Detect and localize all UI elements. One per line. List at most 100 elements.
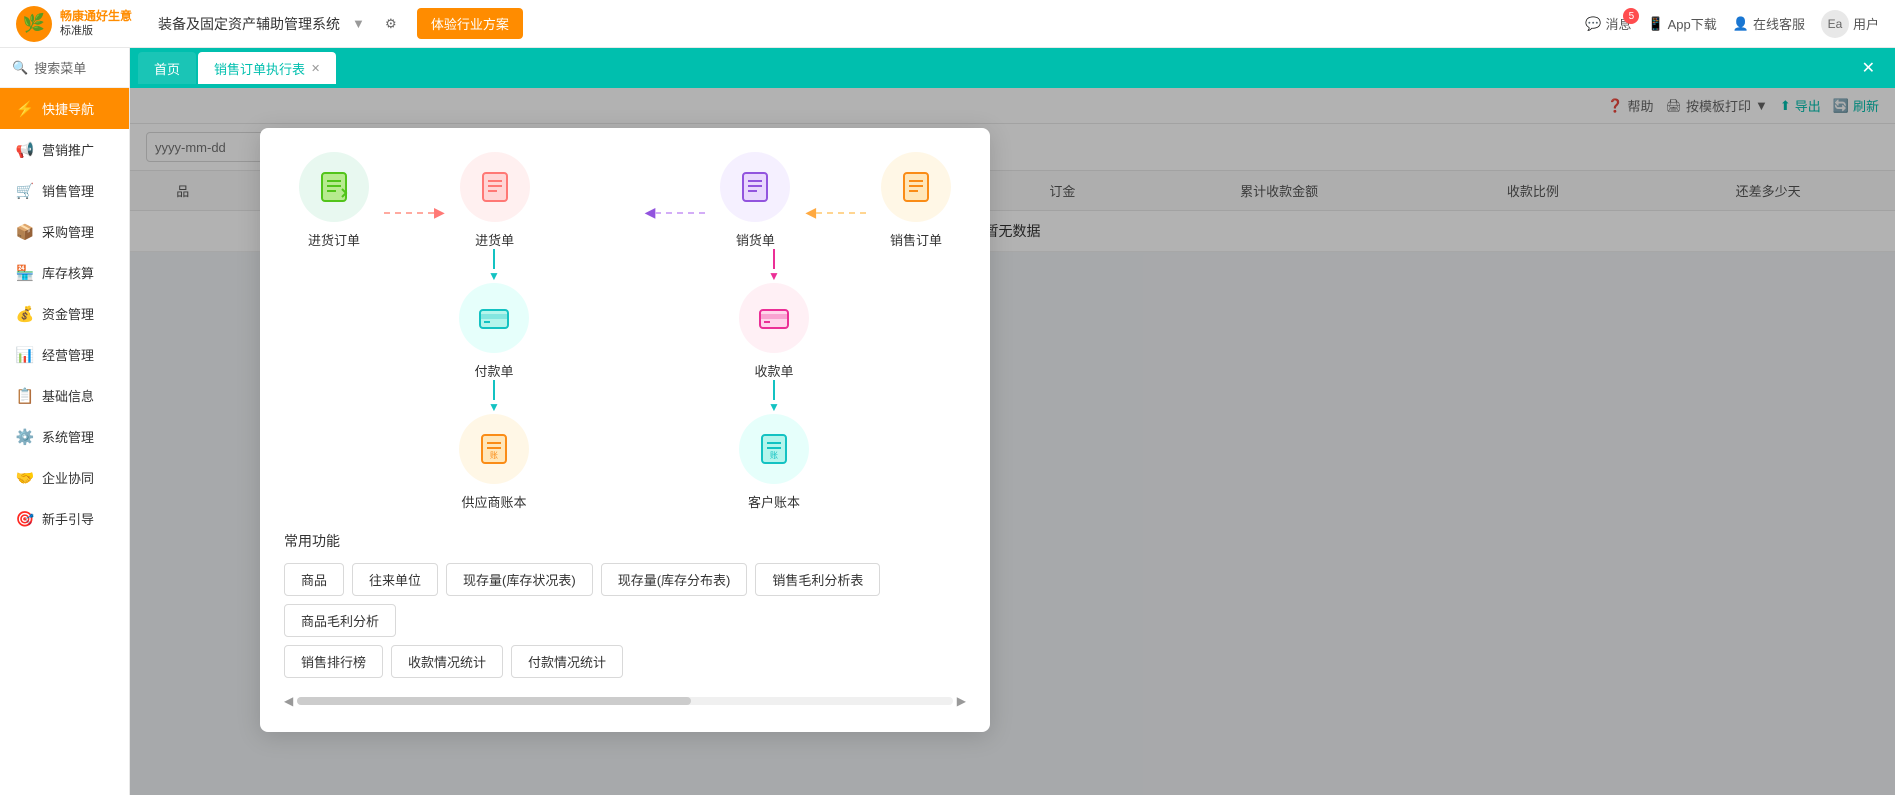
main-area: 🔍 搜索菜单 ⚡ 快捷导航 📢 营销推广 🛒 销售管理 📦 采购管理 🏪 (0, 48, 1895, 795)
top-bar: 🌿 畅康通好生意 标准版 装备及固定资产辅助管理系统 ▼ ⚙ 体验行业方案 💬 … (0, 0, 1895, 48)
search-menu-label: 搜索菜单 (34, 58, 86, 77)
arrow-left-1: ◀ (645, 204, 706, 249)
marketing-icon: 📢 (16, 141, 34, 159)
content-area: 首页 销售订单执行表 ✕ ✕ ❓ 帮助 🖨 按 (130, 48, 1895, 795)
purchase-order-label: 进货订单 (308, 230, 360, 249)
func-btn-stock-status[interactable]: 现存量(库存状况表) (446, 563, 593, 596)
search-icon: 🔍 (12, 60, 28, 76)
tab-bar: 首页 销售订单执行表 ✕ ✕ (130, 48, 1895, 88)
system-title: 装备及固定资产辅助管理系统 (158, 14, 340, 34)
brand-sub: 标准版 (60, 24, 132, 38)
sidebar-item-enterprise[interactable]: 🤝 企业协同 (0, 457, 129, 498)
system-icon: ⚙️ (16, 428, 34, 446)
svg-text:账: 账 (770, 451, 778, 460)
sidebar-item-quick-nav[interactable]: ⚡ 快捷导航 (0, 88, 129, 129)
func-btn-stock-dist[interactable]: 现存量(库存分布表) (601, 563, 748, 596)
sidebar-item-sales[interactable]: 🛒 销售管理 (0, 170, 129, 211)
arrow-down-3: ▼ (424, 380, 564, 414)
supplier-ledger-label: 供应商账本 (461, 492, 526, 511)
common-functions-title: 常用功能 (284, 531, 966, 551)
flow-sales-order[interactable]: 销售订单 (866, 152, 966, 249)
scroll-right-icon[interactable]: ▶ (957, 694, 966, 708)
flow-supplier-ledger[interactable]: 账 供应商账本 (424, 414, 564, 511)
sidebar-item-inventory[interactable]: 🏪 库存核算 (0, 252, 129, 293)
arrow-right-1: ▶ (384, 204, 445, 249)
sidebar-item-label: 系统管理 (42, 427, 94, 446)
scroll-left-icon[interactable]: ◀ (284, 694, 293, 708)
online-service-label: 在线客服 (1753, 14, 1805, 33)
func-btn-receipt-stats[interactable]: 收款情况统计 (391, 645, 503, 678)
arrow-down-4: ▼ (704, 380, 844, 414)
func-btn-sales-rank[interactable]: 销售排行榜 (284, 645, 383, 678)
app-download-button[interactable]: 📱 App下载 (1647, 14, 1716, 33)
sidebar-item-purchase[interactable]: 📦 采购管理 (0, 211, 129, 252)
func-btn-sales-profit[interactable]: 销售毛利分析表 (755, 563, 880, 596)
service-icon: 👤 (1733, 16, 1749, 32)
tab-home[interactable]: 首页 (138, 52, 196, 84)
user-avatar: Ea (1821, 10, 1849, 38)
scrollbar-thumb[interactable] (297, 697, 690, 705)
tab-bar-close-icon[interactable]: ✕ (1850, 58, 1887, 78)
sidebar-item-finance[interactable]: 💰 资金管理 (0, 293, 129, 334)
experience-button[interactable]: 体验行业方案 (417, 8, 523, 39)
flow-customer-ledger[interactable]: 账 客户账本 (704, 414, 844, 511)
flow-payment[interactable]: 付款单 (424, 283, 564, 380)
flow-receipt[interactable]: 收款单 (704, 283, 844, 380)
common-functions: 常用功能 商品 往来单位 现存量(库存状况表) 现存量(库存分布表) 销售毛利分… (284, 531, 966, 678)
flow-sales-bill[interactable]: 销货单 (705, 152, 805, 249)
func-btn-payment-stats[interactable]: 付款情况统计 (511, 645, 623, 678)
sidebar-item-basic-info[interactable]: 📋 基础信息 (0, 375, 129, 416)
purchase-bill-label: 进货单 (475, 230, 514, 249)
sidebar-item-label: 基础信息 (42, 386, 94, 405)
sidebar-item-label: 新手引导 (42, 509, 94, 528)
tab-sales-order-exec[interactable]: 销售订单执行表 ✕ (198, 52, 336, 84)
function-btns-row2: 销售排行榜 收款情况统计 付款情况统计 (284, 645, 966, 678)
purchase-order-icon (299, 152, 369, 222)
sidebar-item-marketing[interactable]: 📢 营销推广 (0, 129, 129, 170)
flow-purchase-bill[interactable]: 进货单 (445, 152, 545, 249)
user-label: 用户 (1853, 14, 1879, 33)
sidebar-item-beginner[interactable]: 🎯 新手引导 (0, 498, 129, 539)
sales-bill-icon (720, 152, 790, 222)
spacer3 (564, 249, 704, 283)
svg-text:账: 账 (490, 451, 498, 460)
page-content: ❓ 帮助 🖨 按模板打印 ▼ ⬆ 导出 🔄 刷新 (130, 88, 1895, 795)
modal-scrollbar: ◀ ▶ (284, 694, 966, 708)
func-btn-product[interactable]: 商品 (284, 563, 344, 596)
sidebar-item-label: 经营管理 (42, 345, 94, 364)
payment-icon (459, 283, 529, 353)
func-btn-partner[interactable]: 往来单位 (352, 563, 438, 596)
modal-overlay[interactable]: 进货订单 ▶ (130, 88, 1895, 795)
func-btn-product-profit[interactable]: 商品毛利分析 (284, 604, 396, 637)
payment-label: 付款单 (474, 361, 513, 380)
tab-close-icon[interactable]: ✕ (311, 62, 320, 75)
sidebar-item-label: 库存核算 (42, 263, 94, 282)
basic-info-icon: 📋 (16, 387, 34, 405)
sidebar-item-operations[interactable]: 📊 经营管理 (0, 334, 129, 375)
enterprise-icon: 🤝 (16, 469, 34, 487)
settings-button[interactable]: ⚙ (377, 10, 405, 38)
customer-ledger-label: 客户账本 (748, 492, 800, 511)
function-btns-row1: 商品 往来单位 现存量(库存状况表) 现存量(库存分布表) 销售毛利分析表 商品… (284, 563, 966, 637)
spacer2 (284, 249, 424, 283)
search-menu[interactable]: 🔍 搜索菜单 (0, 48, 129, 88)
online-service-button[interactable]: 👤 在线客服 (1733, 14, 1805, 33)
sales-order-label: 销售订单 (890, 230, 942, 249)
message-badge: 5 (1623, 8, 1639, 24)
customer-ledger-icon: 账 (739, 414, 809, 484)
dropdown-icon[interactable]: ▼ (352, 16, 365, 31)
user-area[interactable]: Ea 用户 (1821, 10, 1879, 38)
sidebar-item-system[interactable]: ⚙️ 系统管理 (0, 416, 129, 457)
receipt-icon (739, 283, 809, 353)
brand-name: 畅康通好生意 (60, 9, 132, 25)
arrow-left-2: ◀ (805, 204, 866, 249)
receipt-label: 收款单 (754, 361, 793, 380)
modal-dialog: 进货订单 ▶ (260, 128, 990, 732)
flow-purchase-order[interactable]: 进货订单 (284, 152, 384, 249)
sidebar-item-label: 企业协同 (42, 468, 94, 487)
sales-icon: 🛒 (16, 182, 34, 200)
arrow-down-2: ▼ (704, 249, 844, 283)
scrollbar-track (297, 697, 953, 705)
message-button[interactable]: 💬 消息 5 (1585, 14, 1631, 33)
sidebar-item-label: 销售管理 (42, 181, 94, 200)
